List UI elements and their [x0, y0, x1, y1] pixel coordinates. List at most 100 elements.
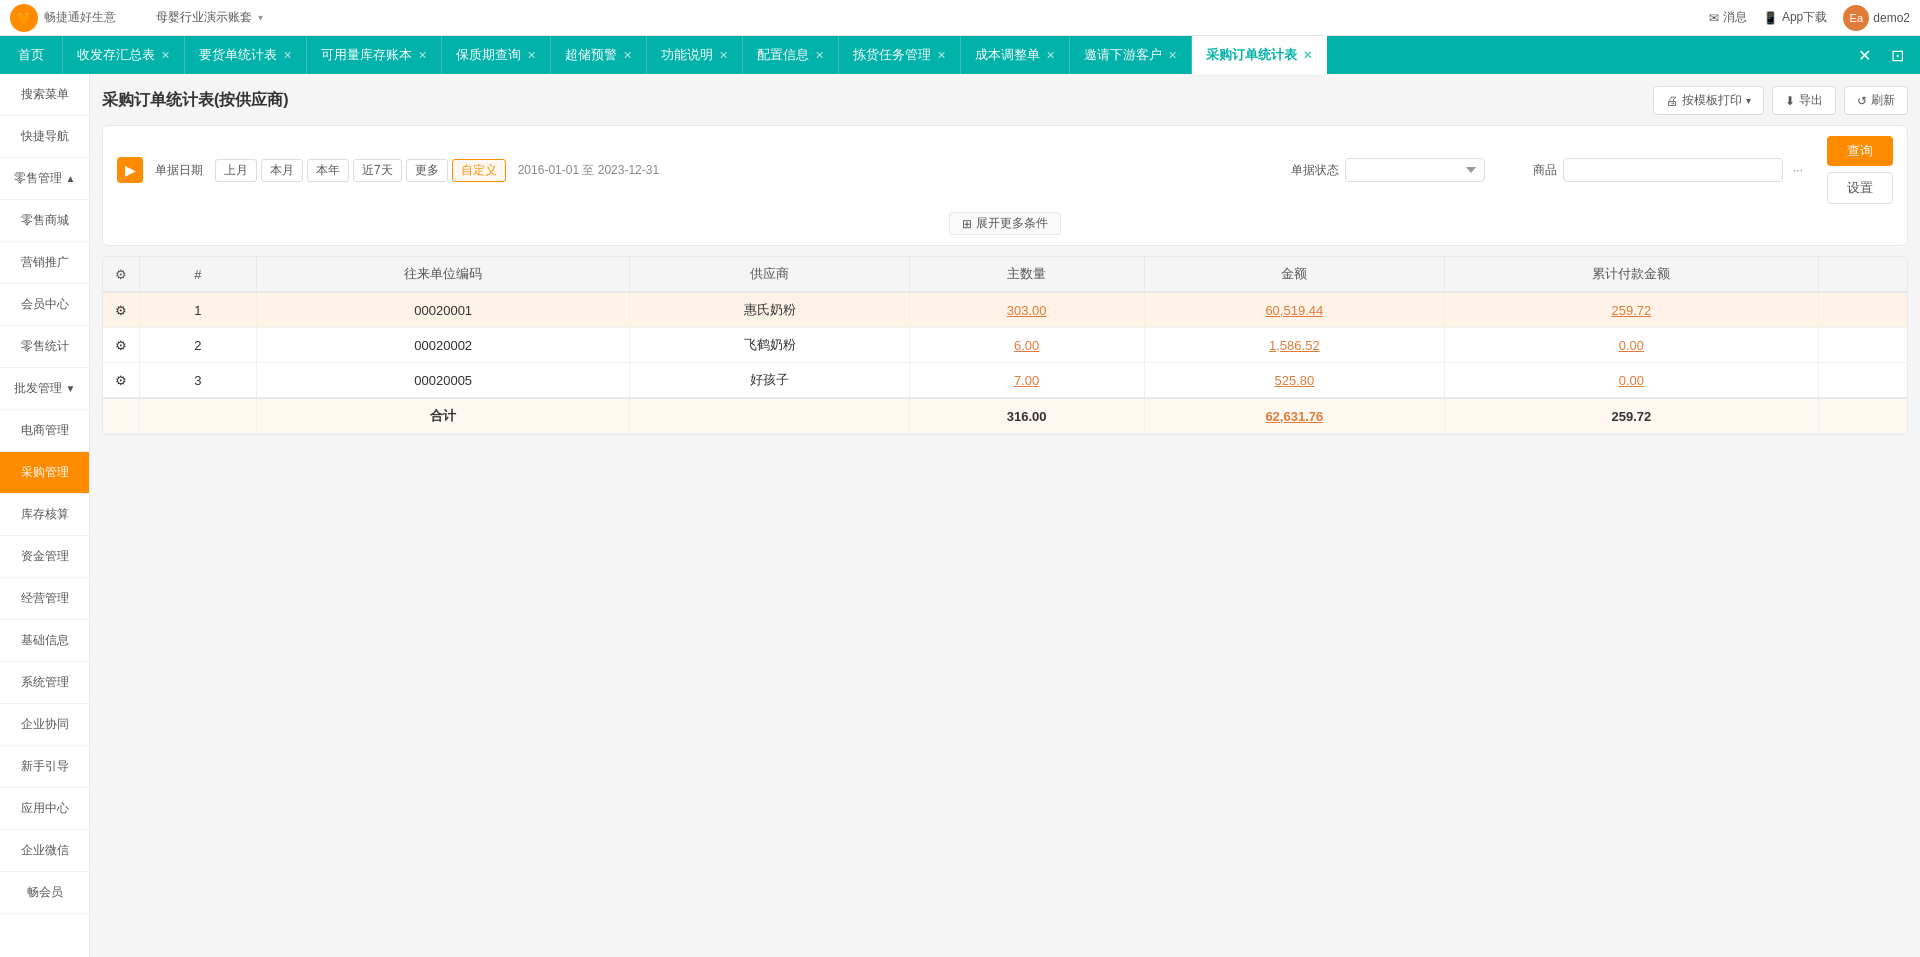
date-this-month-btn[interactable]: 本月: [261, 159, 303, 182]
filter-status-wrap: 单据状态: [1291, 158, 1485, 182]
tab-config-info[interactable]: 配置信息 ✕: [743, 36, 839, 74]
footer-main-qty: 316.00: [909, 398, 1144, 434]
message-icon: ✉: [1709, 11, 1719, 25]
close-tab-warranty[interactable]: ✕: [527, 49, 536, 62]
settings-btn[interactable]: 设置: [1827, 172, 1893, 204]
row-amount[interactable]: 60,519.44: [1144, 292, 1444, 328]
main-layout: 搜索菜单 快捷导航 零售管理 ▲ 零售商城 营销推广 会员中心 零售统计 批发管…: [0, 74, 1920, 957]
row-settings[interactable]: ⚙: [103, 363, 140, 399]
tab-cost-adjust[interactable]: 成本调整单 ✕: [961, 36, 1070, 74]
row-main-qty[interactable]: 7.00: [909, 363, 1144, 399]
row-main-qty[interactable]: 6.00: [909, 328, 1144, 363]
close-tab-pick-task[interactable]: ✕: [937, 49, 946, 62]
sidebar-item-retail[interactable]: 零售管理 ▲: [0, 158, 89, 200]
export-btn[interactable]: ⬇ 导出: [1772, 86, 1836, 115]
row-settings-icon: ⚙: [115, 373, 127, 388]
sidebar-item-system[interactable]: 系统管理: [0, 662, 89, 704]
tab-goods-summary[interactable]: 要货单统计表 ✕: [185, 36, 307, 74]
row-settings[interactable]: ⚙: [103, 292, 140, 328]
tab-overstock-warning[interactable]: 超储预警 ✕: [551, 36, 647, 74]
nav-tabs-end: ✕ ⊡: [1852, 44, 1920, 67]
sidebar-item-enterprise[interactable]: 企业协同: [0, 704, 89, 746]
row-paid-amount[interactable]: 259.72: [1445, 292, 1819, 328]
close-tab-invite-downstream[interactable]: ✕: [1168, 49, 1177, 62]
row-settings-icon: ⚙: [115, 338, 127, 353]
close-tab-cost-adjust[interactable]: ✕: [1046, 49, 1055, 62]
sidebar-item-marketing[interactable]: 营销推广: [0, 242, 89, 284]
nav-tabs: 首页 收发存汇总表 ✕ 要货单统计表 ✕ 可用量库存账本 ✕ 保质期查询 ✕ 超…: [0, 36, 1920, 74]
tab-receive-summary[interactable]: 收发存汇总表 ✕: [63, 36, 185, 74]
close-tab-available-stock[interactable]: ✕: [418, 49, 427, 62]
row-paid-amount[interactable]: 0.00: [1445, 363, 1819, 399]
close-tab-config-info[interactable]: ✕: [815, 49, 824, 62]
tab-invite-downstream[interactable]: 邀请下游客户 ✕: [1070, 36, 1192, 74]
close-tab-purchase-summary[interactable]: ✕: [1303, 49, 1312, 62]
expand-icon: ⊞: [962, 217, 972, 231]
date-this-year-btn[interactable]: 本年: [307, 159, 349, 182]
filter-toggle-btn[interactable]: ▶: [117, 157, 143, 183]
sidebar-item-shortcut[interactable]: 快捷导航: [0, 116, 89, 158]
close-all-tabs-btn[interactable]: ✕: [1852, 44, 1877, 67]
close-tab-goods-summary[interactable]: ✕: [283, 49, 292, 62]
close-tab-function-desc[interactable]: ✕: [719, 49, 728, 62]
table-row: ⚙ 2 00020002 飞鹤奶粉 6.00 1,586.52 0.00: [103, 328, 1907, 363]
row-amount[interactable]: 525.80: [1144, 363, 1444, 399]
tab-available-stock[interactable]: 可用量库存账本 ✕: [307, 36, 442, 74]
th-settings[interactable]: ⚙: [103, 257, 140, 292]
message-btn[interactable]: ✉ 消息: [1709, 9, 1747, 26]
row-settings[interactable]: ⚙: [103, 328, 140, 363]
top-right: ✉ 消息 📱 App下载 Ea demo2: [1709, 5, 1910, 31]
restore-tab-btn[interactable]: ⊡: [1885, 44, 1910, 67]
close-tab-receive-summary[interactable]: ✕: [161, 49, 170, 62]
sidebar-item-inventory[interactable]: 库存核算: [0, 494, 89, 536]
row-main-qty[interactable]: 303.00: [909, 292, 1144, 328]
goods-filter-input[interactable]: [1563, 158, 1783, 182]
sidebar-item-ecommerce[interactable]: 电商管理: [0, 410, 89, 452]
query-btn-group: 查询 设置: [1827, 136, 1893, 204]
footer-paid-amount: 259.72: [1445, 398, 1819, 434]
date-last-month-btn[interactable]: 上月: [215, 159, 257, 182]
logo-area: 🧡 畅捷通好生意: [10, 4, 116, 32]
tab-purchase-summary[interactable]: 采购订单统计表 ✕: [1192, 36, 1327, 74]
date-custom-btn[interactable]: 自定义: [452, 159, 506, 182]
sidebar-item-search[interactable]: 搜索菜单: [0, 74, 89, 116]
row-index: 3: [140, 363, 257, 399]
tab-warranty[interactable]: 保质期查询 ✕: [442, 36, 551, 74]
app-download-btn[interactable]: 📱 App下载: [1763, 9, 1827, 26]
sidebar-item-app-center[interactable]: 应用中心: [0, 788, 89, 830]
sidebar-item-enterprise-wechat[interactable]: 企业微信: [0, 830, 89, 872]
sidebar-item-finance[interactable]: 资金管理: [0, 536, 89, 578]
workspace-selector[interactable]: 母婴行业演示账套 ▾: [156, 9, 263, 26]
logo-text: 畅捷通好生意: [44, 9, 116, 26]
sidebar-item-wholesale[interactable]: 批发管理 ▼: [0, 368, 89, 410]
print-btn[interactable]: 🖨 按模板打印 ▾: [1653, 86, 1764, 115]
sidebar-item-operations[interactable]: 经营管理: [0, 578, 89, 620]
sidebar-item-retail-stats[interactable]: 零售统计: [0, 326, 89, 368]
refresh-btn[interactable]: ↺ 刷新: [1844, 86, 1908, 115]
date-7days-btn[interactable]: 近7天: [353, 159, 402, 182]
sidebar-item-basic-info[interactable]: 基础信息: [0, 620, 89, 662]
row-paid-amount[interactable]: 0.00: [1445, 328, 1819, 363]
sidebar-item-newbie[interactable]: 新手引导: [0, 746, 89, 788]
row-index: 2: [140, 328, 257, 363]
date-more-btn[interactable]: 更多: [406, 159, 448, 182]
goods-filter-more-btn[interactable]: ···: [1793, 163, 1803, 177]
row-unit-code: 00020005: [256, 363, 630, 399]
filter-bar: ▶ 单据日期 上月 本月 本年 近7天 更多 自定义 2016-01-01 至 …: [102, 125, 1908, 246]
sidebar-item-retail-mall[interactable]: 零售商城: [0, 200, 89, 242]
close-tab-overstock-warning[interactable]: ✕: [623, 49, 632, 62]
row-amount[interactable]: 1,586.52: [1144, 328, 1444, 363]
table-row: ⚙ 1 00020001 惠氏奶粉 303.00 60,519.44 259.7…: [103, 292, 1907, 328]
header-actions: 🖨 按模板打印 ▾ ⬇ 导出 ↺ 刷新: [1653, 86, 1908, 115]
filter-expand-btn[interactable]: ⊞ 展开更多条件: [949, 212, 1061, 235]
sidebar-item-member2[interactable]: 畅会员: [0, 872, 89, 914]
filter-expand-row: ⊞ 展开更多条件: [117, 212, 1893, 235]
query-btn[interactable]: 查询: [1827, 136, 1893, 166]
tab-home[interactable]: 首页: [0, 36, 63, 74]
tab-function-desc[interactable]: 功能说明 ✕: [647, 36, 743, 74]
tab-pick-task[interactable]: 拣货任务管理 ✕: [839, 36, 961, 74]
user-menu[interactable]: Ea demo2: [1843, 5, 1910, 31]
sidebar-item-purchase[interactable]: 采购管理: [0, 452, 89, 494]
status-filter-select[interactable]: [1345, 158, 1485, 182]
sidebar-item-member[interactable]: 会员中心: [0, 284, 89, 326]
